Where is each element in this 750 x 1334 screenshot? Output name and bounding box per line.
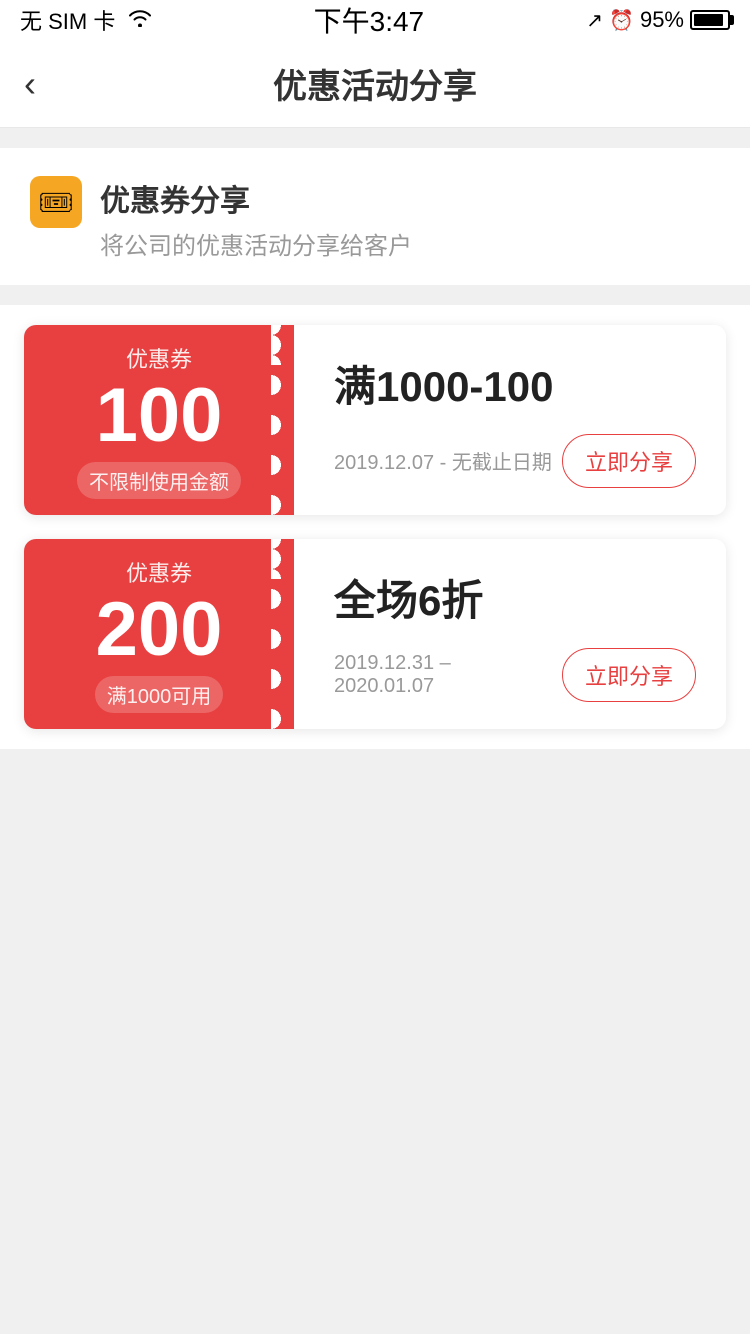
coupon-label-1: 优惠券 (126, 342, 192, 374)
grey-area (0, 749, 750, 1249)
coupon-bottom-2: 2019.12.31 – 2020.01.07 立即分享 (334, 648, 696, 702)
section-title: 优惠券分享 (100, 176, 412, 220)
share-button-1[interactable]: 立即分享 (562, 434, 696, 488)
coupon-left-2: 优惠券 200 满1000可用 (24, 539, 294, 729)
status-time: 下午3:47 (314, 0, 425, 40)
battery-icon (690, 10, 730, 30)
coupon-condition-2: 满1000可用 (95, 676, 224, 713)
coupon-right-2: 全场6折 2019.12.31 – 2020.01.07 立即分享 (294, 539, 726, 729)
nav-bar: ‹ 优惠活动分享 (0, 40, 750, 128)
coupon-right-1: 满1000-100 2019.12.07 - 无截止日期 立即分享 (294, 325, 726, 515)
status-right: ↗ ⏰ 95% (586, 7, 730, 33)
back-button[interactable]: ‹ (24, 63, 36, 105)
share-button-2[interactable]: 立即分享 (562, 648, 696, 702)
coupon-bottom-1: 2019.12.07 - 无截止日期 立即分享 (334, 434, 696, 488)
section-subtitle: 将公司的优惠活动分享给客户 (100, 226, 412, 261)
coupon-amount-2: 200 (96, 592, 223, 668)
coupon-card-2: 优惠券 200 满1000可用 全场6折 2019.12.31 – 2020.0… (24, 539, 726, 729)
carrier-text: 无 SIM 卡 (20, 4, 115, 36)
coupon-date-1: 2019.12.07 - 无截止日期 (334, 446, 552, 475)
alarm-icon: ⏰ (609, 8, 634, 33)
page-title: 优惠活动分享 (273, 59, 477, 108)
coupon-title-1: 满1000-100 (334, 353, 696, 414)
battery-percent: 95% (640, 7, 684, 33)
coupon-title-2: 全场6折 (334, 567, 696, 628)
section-text: 优惠券分享 将公司的优惠活动分享给客户 (100, 176, 412, 261)
coupon-condition-1: 不限制使用金额 (77, 462, 241, 499)
status-left: 无 SIM 卡  (20, 4, 151, 36)
coupon-left-1: 优惠券 100 不限制使用金额 (24, 325, 294, 515)
status-bar: 无 SIM 卡  下午3:47 ↗ ⏰ 95% (0, 0, 750, 40)
coupon-label-2: 优惠券 (126, 556, 192, 588)
coupon-date-2: 2019.12.31 – 2020.01.07 (334, 652, 552, 698)
coupon-amount-1: 100 (96, 378, 223, 454)
coupon-card: 优惠券 100 不限制使用金额 满1000-100 2019.12.07 - 无… (24, 325, 726, 515)
location-icon: ↗ (586, 8, 603, 33)
coupon-share-icon: 🎟 (30, 176, 82, 228)
battery-fill (694, 14, 723, 26)
wifi-icon:  (123, 7, 151, 33)
coupon-list: 优惠券 100 不限制使用金额 满1000-100 2019.12.07 - 无… (0, 305, 750, 749)
section-header: 🎟 优惠券分享 将公司的优惠活动分享给客户 (0, 148, 750, 285)
